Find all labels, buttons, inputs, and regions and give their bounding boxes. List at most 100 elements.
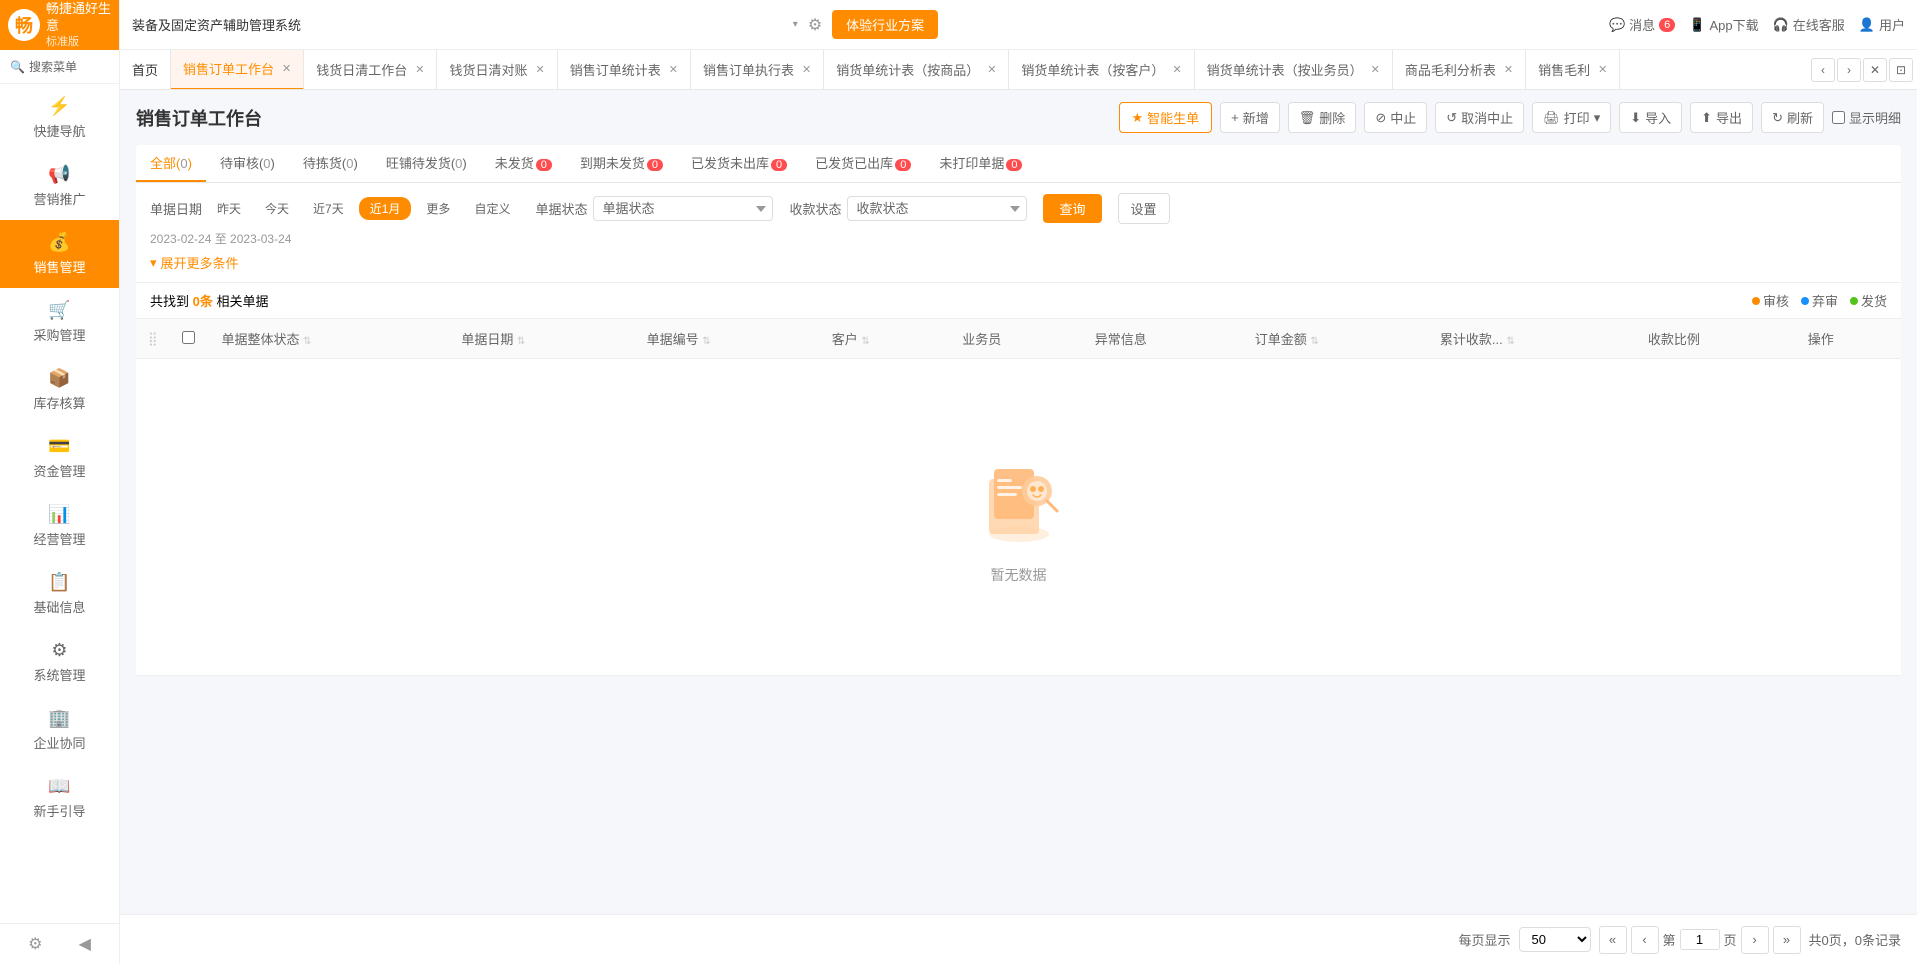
user-action[interactable]: 👤 用户 bbox=[1859, 15, 1905, 34]
tab-expand-btn[interactable]: ⊡ bbox=[1889, 58, 1913, 82]
tab-close-sales-stats[interactable]: ✕ bbox=[669, 63, 678, 76]
batch-uncheck-btn[interactable]: 弃审 bbox=[1801, 291, 1838, 310]
tab-home[interactable]: 首页 bbox=[120, 50, 171, 90]
sidebar-item-finance[interactable]: 💳 资金管理 bbox=[0, 424, 119, 492]
empty-text: 暂无数据 bbox=[991, 565, 1047, 585]
sidebar-item-sales[interactable]: 💰 销售管理 bbox=[0, 220, 119, 288]
sidebar-item-quick-nav[interactable]: ⚡ 快捷导航 bbox=[0, 84, 119, 152]
sub-tab-pending-review[interactable]: 待审核(0) bbox=[206, 145, 289, 182]
tab-sales-by-staff[interactable]: 销货单统计表（按业务员） ✕ bbox=[1195, 50, 1393, 90]
date-btn-custom[interactable]: 自定义 bbox=[465, 197, 519, 220]
page-number-input[interactable] bbox=[1680, 929, 1720, 950]
sidebar-item-system[interactable]: ⚙ 系统管理 bbox=[0, 628, 119, 696]
date-btn-1month[interactable]: 近1月 bbox=[359, 197, 412, 220]
sub-tab-not-printed[interactable]: 未打印单据0 bbox=[925, 145, 1036, 182]
tab-cash-daily[interactable]: 钱货日清工作台 ✕ bbox=[304, 50, 437, 90]
sub-tab-shipped-not-out[interactable]: 已发货未出库0 bbox=[677, 145, 801, 182]
date-btn-today[interactable]: 今天 bbox=[256, 197, 298, 220]
header-settings-icon[interactable]: ⚙ bbox=[808, 15, 822, 35]
tab-sales-stats[interactable]: 销售订单统计表 ✕ bbox=[558, 50, 691, 90]
stop-btn[interactable]: ⊘ 中止 bbox=[1364, 102, 1427, 133]
page-prev-btn[interactable]: ‹ bbox=[1631, 926, 1659, 954]
settings-bottom-icon[interactable]: ⚙ bbox=[28, 934, 42, 954]
export-btn[interactable]: ⬆ 导出 bbox=[1690, 102, 1753, 133]
sidebar-item-purchase[interactable]: 🛒 采购管理 bbox=[0, 288, 119, 356]
select-all-checkbox[interactable] bbox=[182, 331, 195, 344]
tab-gross-profit[interactable]: 商品毛利分析表 ✕ bbox=[1393, 50, 1526, 90]
show-detail-checkbox[interactable] bbox=[1832, 111, 1845, 124]
tab-prev-btn[interactable]: ‹ bbox=[1811, 58, 1835, 82]
sidebar-search[interactable]: 🔍 搜索菜单 bbox=[0, 50, 119, 84]
date-btn-yesterday[interactable]: 昨天 bbox=[208, 197, 250, 220]
amount-sort-icon[interactable]: ⇅ bbox=[1310, 336, 1318, 347]
customer-sort-icon[interactable]: ⇅ bbox=[861, 336, 869, 347]
cancel-stop-btn[interactable]: ↺ 取消中止 bbox=[1435, 102, 1524, 133]
smart-create-btn[interactable]: ★ 智能生单 bbox=[1119, 102, 1213, 133]
delete-btn[interactable]: 🗑 删除 bbox=[1288, 102, 1357, 133]
tab-close-sales-by-product[interactable]: ✕ bbox=[987, 63, 996, 76]
set-btn[interactable]: 设置 bbox=[1118, 193, 1170, 224]
status-select[interactable]: 单据状态 bbox=[593, 196, 773, 221]
date-btn-more[interactable]: 更多 bbox=[417, 197, 459, 220]
sidebar-item-marketing[interactable]: 📢 营销推广 bbox=[0, 152, 119, 220]
tab-close-all-btn[interactable]: ✕ bbox=[1863, 58, 1887, 82]
tab-sales-by-customer[interactable]: 销货单统计表（按客户） ✕ bbox=[1009, 50, 1194, 90]
tab-sales-more[interactable]: 销售毛利 ✕ bbox=[1526, 50, 1620, 90]
expand-conditions-btn[interactable]: ▾ 展开更多条件 bbox=[150, 253, 1887, 272]
sub-tab-all[interactable]: 全部(0) bbox=[136, 145, 206, 182]
pagination-bar: 每页显示 50 10 20 100 « ‹ 第 页 › » 共0页，0条记录 bbox=[120, 914, 1917, 964]
message-action[interactable]: 💬 消息 6 bbox=[1609, 15, 1675, 34]
tab-close-cash-reconcile[interactable]: ✕ bbox=[536, 63, 545, 76]
online-service-action[interactable]: 🎧 在线客服 bbox=[1773, 15, 1845, 34]
tab-sales-workbench[interactable]: 销售订单工作台 ✕ bbox=[171, 50, 304, 90]
th-checkbox[interactable] bbox=[170, 319, 210, 359]
main-area: 装备及固定资产辅助管理系统 ▾ ⚙ 体验行业方案 💬 消息 6 📱 App下载 … bbox=[120, 0, 1917, 964]
print-btn[interactable]: 🖨 打印 ▾ bbox=[1532, 102, 1611, 133]
tab-close-sales-more[interactable]: ✕ bbox=[1598, 63, 1607, 76]
sidebar-item-inventory[interactable]: 📦 库存核算 bbox=[0, 356, 119, 424]
date-sort-icon[interactable]: ⇅ bbox=[517, 336, 525, 347]
collapse-icon[interactable]: ◀ bbox=[79, 934, 91, 954]
status-sort-icon[interactable]: ⇅ bbox=[303, 336, 311, 347]
page-first-btn[interactable]: « bbox=[1599, 926, 1627, 954]
app-download-action[interactable]: 📱 App下载 bbox=[1689, 15, 1758, 34]
add-btn[interactable]: + 新增 bbox=[1220, 102, 1280, 133]
tab-close-gross-profit[interactable]: ✕ bbox=[1504, 63, 1513, 76]
query-btn[interactable]: 查询 bbox=[1043, 194, 1101, 223]
page-last-btn[interactable]: » bbox=[1773, 926, 1801, 954]
experience-btn[interactable]: 体验行业方案 bbox=[832, 10, 938, 39]
collected-sort-icon[interactable]: ⇅ bbox=[1506, 336, 1514, 347]
tab-sales-exec[interactable]: 销售订单执行表 ✕ bbox=[691, 50, 824, 90]
sidebar-item-guide[interactable]: 📖 新手引导 bbox=[0, 764, 119, 832]
date-btn-7days[interactable]: 近7天 bbox=[304, 197, 353, 220]
tab-close-sales-exec[interactable]: ✕ bbox=[802, 63, 811, 76]
number-sort-icon[interactable]: ⇅ bbox=[702, 336, 710, 347]
tab-close-sales-workbench[interactable]: ✕ bbox=[282, 62, 291, 75]
sub-tab-pending-inspect[interactable]: 待拣货(0) bbox=[289, 145, 372, 182]
tab-cash-reconcile[interactable]: 钱货日清对账 ✕ bbox=[437, 50, 557, 90]
message-badge: 6 bbox=[1659, 18, 1675, 32]
tab-close-sales-by-customer[interactable]: ✕ bbox=[1172, 63, 1181, 76]
sidebar-item-operations[interactable]: 📊 经营管理 bbox=[0, 492, 119, 560]
tab-sales-by-product[interactable]: 销货单统计表（按商品） ✕ bbox=[824, 50, 1009, 90]
payment-select[interactable]: 收款状态 bbox=[847, 196, 1027, 221]
app-title-dropdown[interactable]: ▾ bbox=[793, 19, 798, 30]
sidebar-item-enterprise[interactable]: 🏢 企业协同 bbox=[0, 696, 119, 764]
sidebar: 畅 畅捷通好生意 标准版 🔍 搜索菜单 ⚡ 快捷导航 📢 营销推广 💰 销售管理… bbox=[0, 0, 120, 964]
refresh-icon: ↻ bbox=[1772, 110, 1783, 126]
sub-tab-shipped-out[interactable]: 已发货已出库0 bbox=[801, 145, 925, 182]
tab-next-btn[interactable]: › bbox=[1837, 58, 1861, 82]
page-next-btn[interactable]: › bbox=[1741, 926, 1769, 954]
refresh-btn[interactable]: ↻ 刷新 bbox=[1761, 102, 1824, 133]
batch-review-btn[interactable]: 审核 bbox=[1752, 291, 1789, 310]
sub-tab-wangpu[interactable]: 旺铺待发货(0) bbox=[372, 145, 481, 182]
sidebar-item-base-info[interactable]: 📋 基础信息 bbox=[0, 560, 119, 628]
per-page-select[interactable]: 50 10 20 100 bbox=[1519, 927, 1591, 952]
show-detail-label[interactable]: 显示明细 bbox=[1832, 108, 1901, 127]
import-btn[interactable]: ⬇ 导入 bbox=[1619, 102, 1682, 133]
batch-ship-btn[interactable]: 发货 bbox=[1850, 291, 1887, 310]
tab-close-cash-daily[interactable]: ✕ bbox=[415, 63, 424, 76]
sub-tab-not-shipped[interactable]: 未发货0 bbox=[481, 145, 566, 182]
tab-close-sales-by-staff[interactable]: ✕ bbox=[1371, 63, 1380, 76]
sub-tab-overdue-not-shipped[interactable]: 到期未发货0 bbox=[566, 145, 677, 182]
